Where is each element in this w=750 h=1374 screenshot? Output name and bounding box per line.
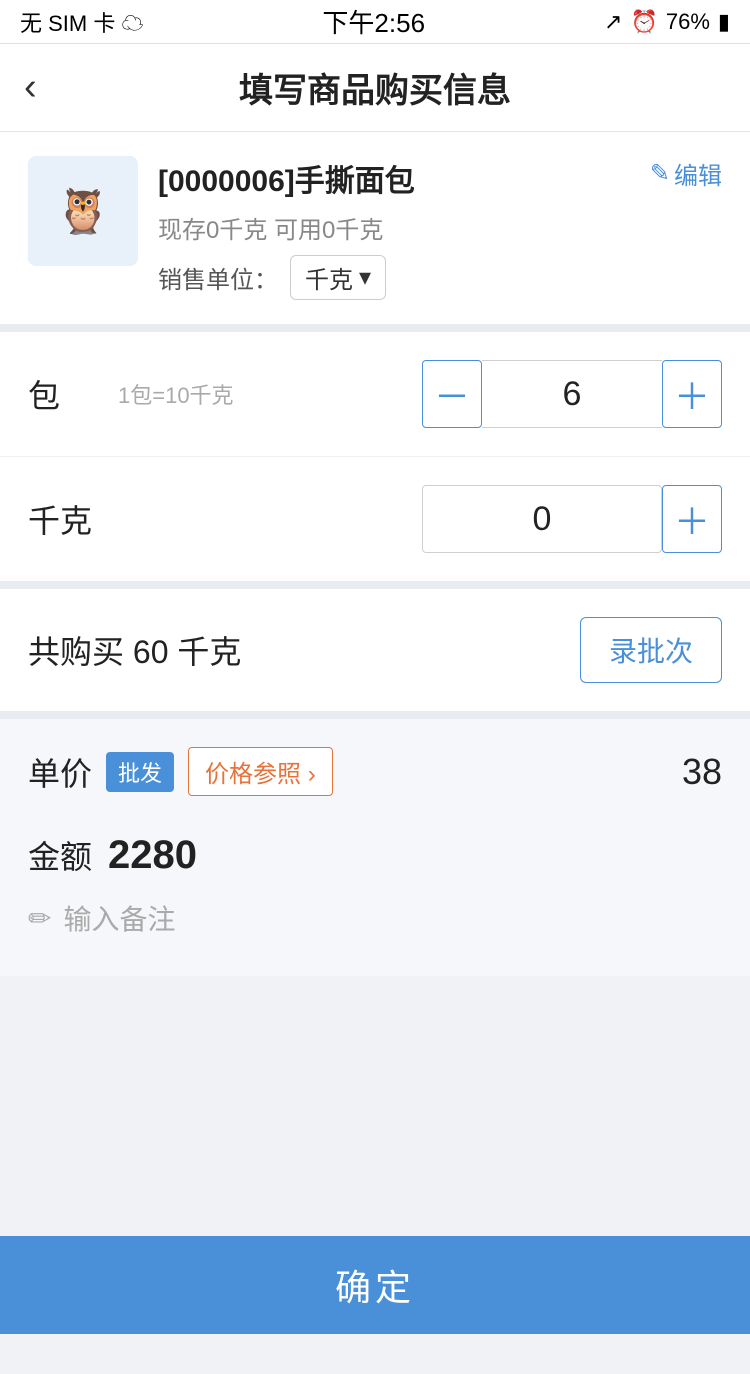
- edit-button[interactable]: ✎ 编辑: [650, 156, 722, 191]
- input-section: 包 1包=10千克 － ＋ 千克 ＋: [0, 332, 750, 589]
- kg-qty-control: ＋: [422, 485, 722, 553]
- nav-bar: ‹ 填写商品购买信息: [0, 44, 750, 132]
- product-stock: 现存0千克 可用0千克: [158, 210, 722, 245]
- product-image: 🦉: [28, 156, 138, 266]
- back-button[interactable]: ‹: [24, 66, 37, 109]
- bao-qty-control: － ＋: [422, 360, 722, 428]
- product-logo: 🦉: [56, 185, 111, 237]
- status-bar: 无 SIM 卡 ☁ 下午2:56 ↗ ⏰ 76% ▮: [0, 0, 750, 44]
- bao-hint: 1包=10千克: [118, 378, 422, 410]
- unit-value: 千克: [305, 260, 353, 295]
- price-tag: 批发: [106, 752, 174, 792]
- total-row: 共购买 60 千克 录批次: [0, 589, 750, 719]
- unit-label: 销售单位：: [158, 260, 278, 295]
- price-label: 单价: [28, 749, 92, 795]
- amount-section: 金额 2280 ✏ 输入备注: [0, 816, 750, 976]
- bao-plus-button[interactable]: ＋: [662, 360, 722, 428]
- amount-row: 金额 2280: [28, 816, 722, 888]
- bao-input[interactable]: [482, 360, 662, 428]
- product-name: [0000006]手撕面包: [158, 156, 415, 200]
- batch-button[interactable]: 录批次: [580, 617, 722, 683]
- kg-row: 千克 ＋: [0, 457, 750, 581]
- alarm-icon: ⏰: [630, 9, 657, 35]
- edit-icon: ✎: [650, 159, 670, 188]
- dropdown-icon: ▾: [359, 263, 371, 292]
- battery-status: 76%: [666, 9, 710, 35]
- product-info: [0000006]手撕面包 ✎ 编辑 现存0千克 可用0千克 销售单位： 千克 …: [158, 156, 722, 300]
- total-text: 共购买 60 千克: [28, 627, 241, 673]
- note-icon: ✏: [28, 902, 51, 935]
- price-value: 38: [682, 751, 722, 793]
- unit-selector[interactable]: 千克 ▾: [290, 255, 386, 300]
- bao-label: 包: [28, 371, 108, 417]
- note-row[interactable]: ✏ 输入备注: [28, 888, 722, 948]
- price-ref-button[interactable]: 价格参照 ›: [188, 747, 333, 796]
- product-unit-row: 销售单位： 千克 ▾: [158, 255, 722, 300]
- confirm-label: 确定: [335, 1259, 415, 1311]
- kg-plus-button[interactable]: ＋: [662, 485, 722, 553]
- price-row: 单价 批发 价格参照 › 38: [28, 747, 722, 816]
- product-card: 🦉 [0000006]手撕面包 ✎ 编辑 现存0千克 可用0千克 销售单位： 千…: [0, 132, 750, 332]
- amount-label: 金额: [28, 832, 92, 878]
- edit-label: 编辑: [674, 156, 722, 191]
- page-title: 填写商品购买信息: [239, 63, 511, 112]
- status-right: ↗ ⏰ 76% ▮: [604, 9, 730, 35]
- status-time: 下午2:56: [322, 3, 425, 40]
- sim-status: 无 SIM 卡 ☁: [20, 6, 143, 38]
- kg-label: 千克: [28, 496, 108, 542]
- price-left: 单价 批发 价格参照 ›: [28, 747, 333, 796]
- empty-space: [0, 976, 750, 1276]
- kg-input[interactable]: [422, 485, 662, 553]
- bao-minus-button[interactable]: －: [422, 360, 482, 428]
- price-section: 单价 批发 价格参照 › 38: [0, 719, 750, 816]
- note-placeholder: 输入备注: [63, 898, 175, 938]
- confirm-button[interactable]: 确定: [0, 1236, 750, 1334]
- battery-icon: ▮: [718, 9, 730, 35]
- status-left: 无 SIM 卡 ☁: [20, 6, 143, 38]
- bao-row: 包 1包=10千克 － ＋: [0, 332, 750, 457]
- amount-value: 2280: [108, 833, 197, 878]
- location-icon: ↗: [604, 9, 622, 35]
